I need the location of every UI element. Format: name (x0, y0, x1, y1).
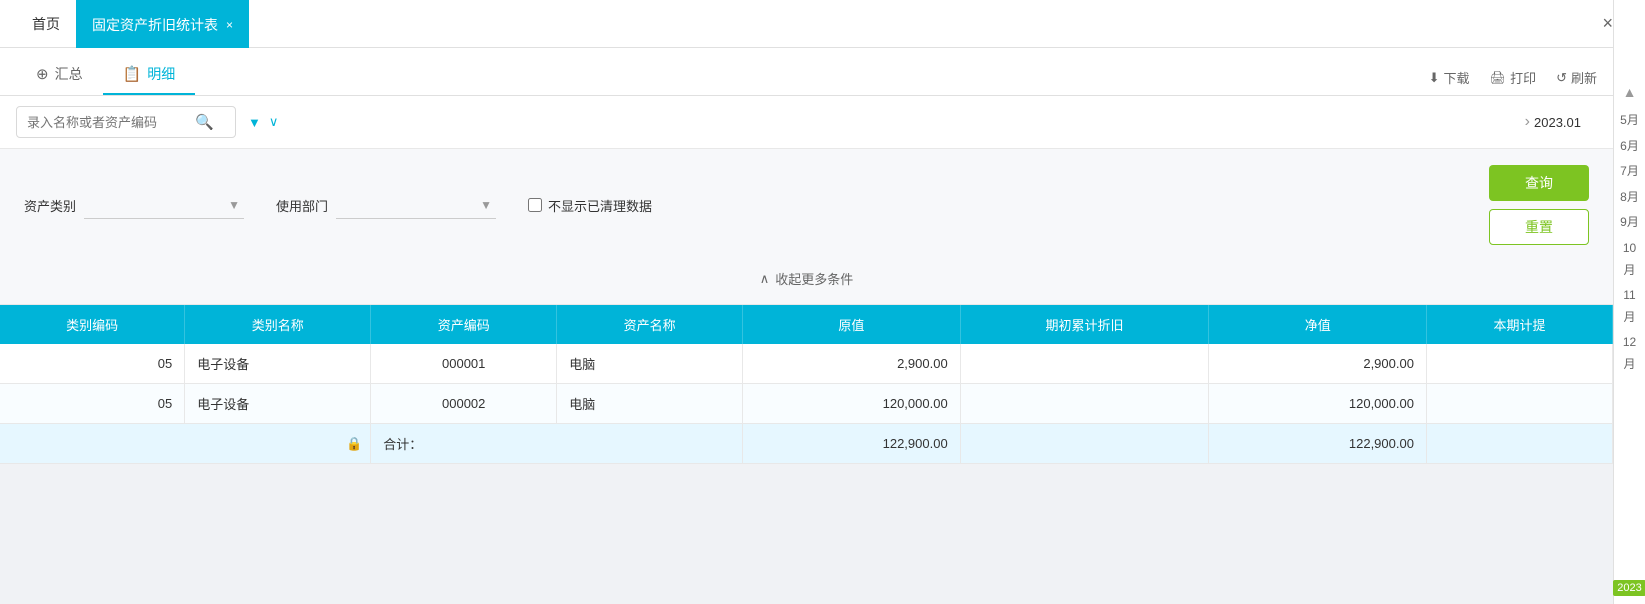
tab-detail[interactable]: 📋 明细 (103, 55, 196, 95)
total-current-depreciation (1426, 424, 1612, 464)
month-item[interactable]: 11月 (1614, 283, 1645, 330)
download-icon: ⬇ (1429, 70, 1440, 86)
search-icon[interactable]: 🔍 (195, 113, 214, 131)
cell-category-code: 05 (0, 344, 185, 384)
month-item[interactable]: 5月 (1614, 108, 1645, 134)
filter-row-1: 资产类别 ▼ 使用部门 ▼ 不显示已清理数 (24, 165, 1589, 245)
print-label: 打印 (1510, 68, 1536, 87)
month-item[interactable]: 8月 (1614, 185, 1645, 211)
month-item[interactable]: 12月 (1614, 330, 1645, 377)
cell-current-depreciation (1426, 344, 1612, 384)
action-buttons: ⬇ 下载 🖨 打印 ↺ 刷新 (1429, 68, 1597, 95)
cell-asset-name: 电脑 (557, 344, 743, 384)
cell-net-value: 2,900.00 (1209, 344, 1427, 384)
more-conditions-button[interactable]: ▼ ∨ (248, 114, 278, 130)
exclude-cleared-checkbox[interactable] (528, 198, 542, 212)
month-item[interactable]: 10月 (1614, 236, 1645, 283)
col-category-name: 类别名称 (185, 305, 371, 344)
table-row: 05 电子设备 000002 电脑 120,000.00 120,000.00 (0, 384, 1613, 424)
top-nav: 首页 固定资产折旧统计表 × × (0, 0, 1645, 48)
asset-category-field: 资产类别 ▼ (24, 191, 244, 219)
total-label: 合计： (371, 424, 743, 464)
tab-detail-label: 明细 (147, 64, 175, 84)
filter-panel: 资产类别 ▼ 使用部门 ▼ 不显示已清理数 (0, 149, 1613, 305)
department-label: 使用部门 (276, 196, 328, 215)
cell-accumulated-depreciation (960, 344, 1209, 384)
print-icon: 🖨 (1490, 70, 1507, 86)
month-item[interactable]: 6月 (1614, 134, 1645, 160)
col-asset-name: 资产名称 (557, 305, 743, 344)
collapse-label: 收起更多条件 (775, 269, 853, 288)
refresh-button[interactable]: ↺ 刷新 (1556, 68, 1597, 87)
month-list: 5月6月7月8月9月10月11月12月 (1614, 108, 1645, 378)
total-icon-cell: 🔒 (0, 424, 371, 464)
table-row: 05 电子设备 000001 电脑 2,900.00 2,900.00 (0, 344, 1613, 384)
tab-summary[interactable]: ⊕ 汇总 (16, 55, 103, 95)
date-arrow-icon[interactable]: › (1525, 113, 1530, 131)
year-badge: 2023 (1613, 580, 1645, 596)
col-current-depreciation: 本期计提 (1426, 305, 1612, 344)
search-input-wrap: 🔍 (16, 106, 236, 138)
right-panel: ▲ 5月6月7月8月9月10月11月12月 2023 (1613, 0, 1645, 604)
date-label: 2023.01 (1534, 115, 1581, 130)
collapse-button[interactable]: ∧ 收起更多条件 (760, 269, 854, 288)
chevron-down-icon: ∨ (269, 114, 279, 130)
refresh-icon: ↺ (1556, 70, 1567, 86)
total-accumulated-depreciation (960, 424, 1209, 464)
cell-asset-code: 000002 (371, 384, 557, 424)
cell-category-name: 电子设备 (185, 384, 371, 424)
download-button[interactable]: ⬇ 下载 (1429, 68, 1470, 87)
cell-category-code: 05 (0, 384, 185, 424)
sub-tabs-bar: ⊕ 汇总 📋 明细 ⬇ 下载 🖨 打印 ↺ 刷新 (0, 48, 1613, 96)
filter-buttons: 查询 重置 (1489, 165, 1589, 245)
total-row: 🔒 合计： 122,900.00 122,900.00 (0, 424, 1613, 464)
scroll-up-icon[interactable]: ▲ (1619, 80, 1641, 104)
filter-icon: ▼ (248, 115, 261, 130)
detail-icon: 📋 (123, 65, 142, 83)
col-net-value: 净值 (1209, 305, 1427, 344)
refresh-label: 刷新 (1571, 68, 1597, 87)
sub-tabs-left: ⊕ 汇总 📋 明细 (16, 55, 195, 95)
col-original-value: 原值 (743, 305, 961, 344)
chevron-up-icon: ∧ (760, 271, 770, 287)
total-net-value: 122,900.00 (1209, 424, 1427, 464)
date-chip: › 2023.01 (1525, 113, 1581, 131)
home-nav-item[interactable]: 首页 (16, 0, 76, 48)
tab-summary-label: 汇总 (55, 64, 83, 84)
cell-asset-code: 000001 (371, 344, 557, 384)
asset-category-label: 资产类别 (24, 196, 76, 215)
data-table-wrap: 类别编码 类别名称 资产编码 资产名称 原值 期初累计折旧 净值 本期计提 05… (0, 305, 1613, 464)
asset-category-select[interactable] (84, 191, 244, 219)
total-original-value: 122,900.00 (743, 424, 961, 464)
exclude-cleared-field: 不显示已清理数据 (528, 196, 652, 215)
cell-accumulated-depreciation (960, 384, 1209, 424)
reset-button[interactable]: 重置 (1489, 209, 1589, 245)
cell-original-value: 2,900.00 (743, 344, 961, 384)
month-item[interactable]: 9月 (1614, 210, 1645, 236)
col-category-code: 类别编码 (0, 305, 185, 344)
col-asset-code: 资产编码 (371, 305, 557, 344)
exclude-cleared-label: 不显示已清理数据 (548, 196, 652, 215)
active-tab[interactable]: 固定资产折旧统计表 × (76, 0, 249, 48)
cell-net-value: 120,000.00 (1209, 384, 1427, 424)
table-header-row: 类别编码 类别名称 资产编码 资产名称 原值 期初累计折旧 净值 本期计提 (0, 305, 1613, 344)
cell-current-depreciation (1426, 384, 1612, 424)
month-item[interactable]: 7月 (1614, 159, 1645, 185)
search-input[interactable] (27, 115, 187, 130)
query-button[interactable]: 查询 (1489, 165, 1589, 201)
department-select[interactable] (336, 191, 496, 219)
department-field: 使用部门 ▼ (276, 191, 496, 219)
data-table: 类别编码 类别名称 资产编码 资产名称 原值 期初累计折旧 净值 本期计提 05… (0, 305, 1613, 464)
cell-asset-name: 电脑 (557, 384, 743, 424)
summary-icon: ⊕ (36, 65, 49, 83)
active-tab-label: 固定资产折旧统计表 (92, 15, 218, 35)
col-accumulated-depreciation: 期初累计折旧 (960, 305, 1209, 344)
cell-category-name: 电子设备 (185, 344, 371, 384)
tab-close-icon[interactable]: × (226, 18, 233, 32)
cell-original-value: 120,000.00 (743, 384, 961, 424)
download-label: 下载 (1444, 68, 1470, 87)
print-button[interactable]: 🖨 打印 (1490, 68, 1537, 87)
search-bar: 🔍 ▼ ∨ › 2023.01 (0, 96, 1613, 149)
